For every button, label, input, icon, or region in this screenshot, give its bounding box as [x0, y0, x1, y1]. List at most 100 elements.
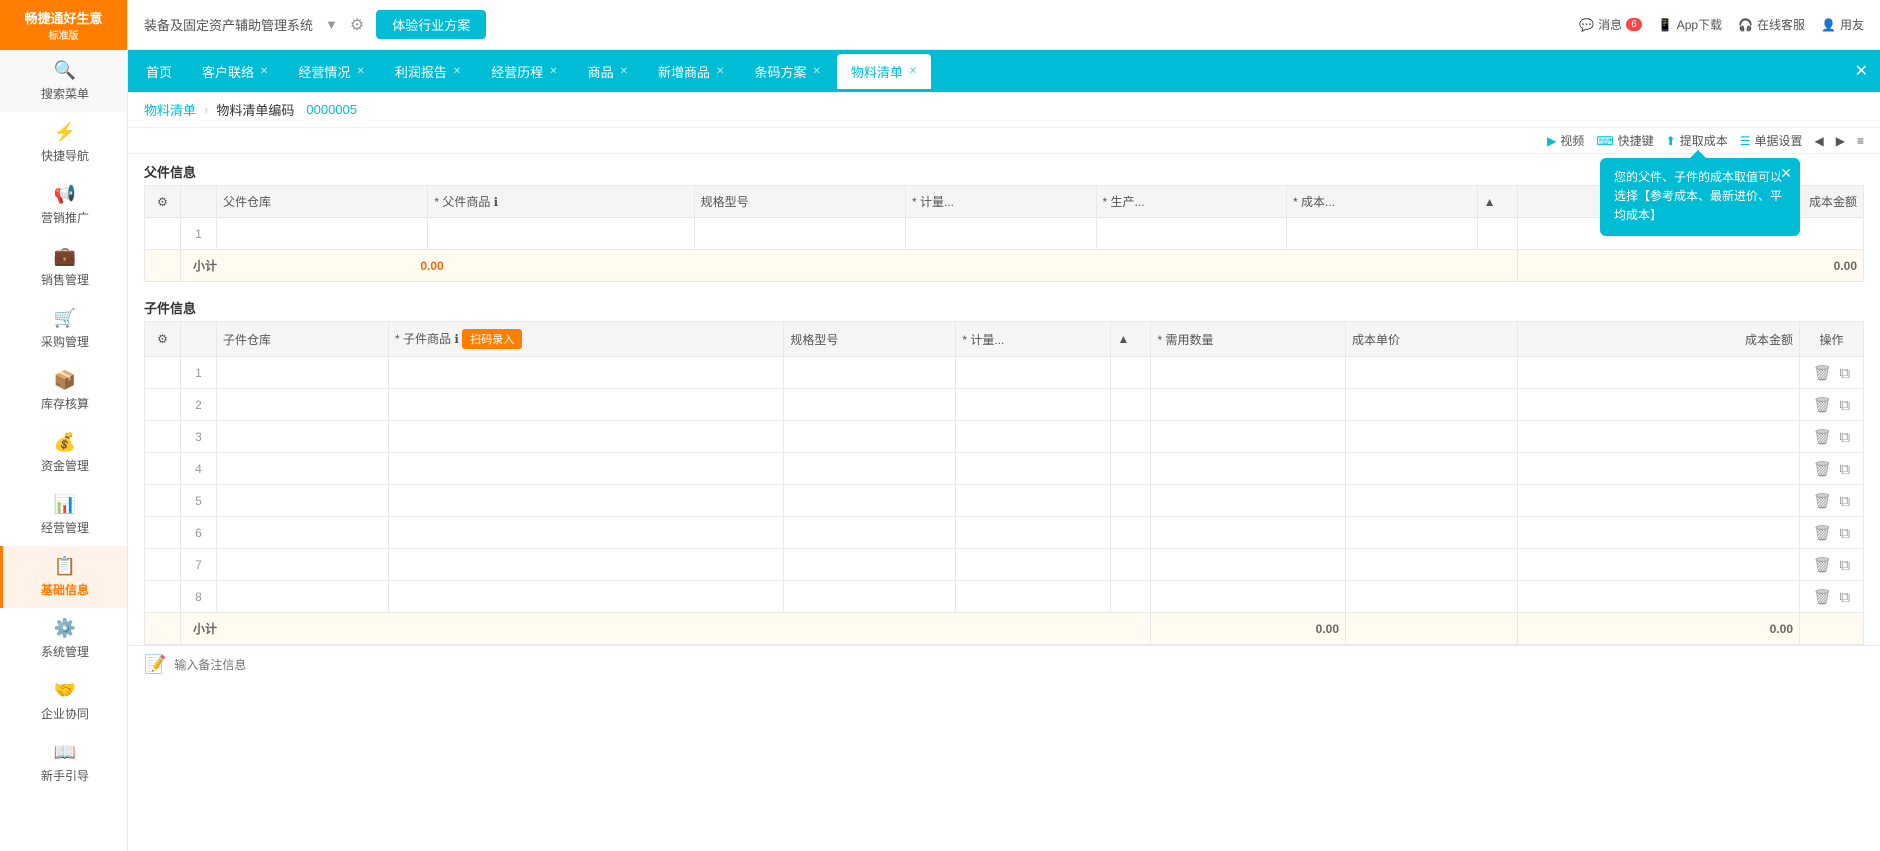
online-service-item[interactable]: 🎧 在线客服 — [1738, 16, 1805, 33]
breadcrumb-list[interactable]: 物料清单 — [144, 100, 196, 119]
child-row-7-warehouse[interactable] — [217, 549, 389, 581]
toolbar-nav-prev[interactable]: ◀ — [1815, 134, 1824, 148]
tab-bom[interactable]: 物料清单 ✕ — [837, 54, 931, 89]
tab-operation-status[interactable]: 经营情况 ✕ — [284, 54, 378, 89]
child-row-3-goods[interactable] — [389, 421, 784, 453]
child-row-2-qty[interactable] — [1151, 389, 1346, 421]
child-row-3-delete-btn[interactable]: 🗑 — [1813, 429, 1832, 446]
tab-biz-history[interactable]: 经营历程 ✕ — [477, 54, 571, 89]
message-item[interactable]: 💬 消息 6 — [1579, 16, 1642, 33]
dropdown-arrow-icon[interactable]: ▼ — [325, 17, 338, 32]
sidebar-item-nav[interactable]: ⚡ 快捷导航 — [0, 112, 127, 174]
child-row-7-spec[interactable] — [784, 549, 956, 581]
sidebar-item-system[interactable]: ⚙️ 系统管理 — [0, 608, 127, 670]
child-row-7-delete-btn[interactable]: 🗑 — [1813, 557, 1832, 574]
child-row-4-unit-cost[interactable] — [1346, 453, 1518, 485]
child-row-8-unit[interactable] — [956, 581, 1111, 613]
trial-btn[interactable]: 体验行业方案 — [376, 10, 486, 39]
child-row-7-unit[interactable] — [956, 549, 1111, 581]
child-row-2-copy-btn[interactable]: ⧉ — [1839, 397, 1850, 414]
toolbar-nav-next[interactable]: ▶ — [1836, 134, 1845, 148]
child-row-2-unit[interactable] — [956, 389, 1111, 421]
child-row-1-unit[interactable] — [956, 357, 1111, 389]
child-row-3-unit-cost[interactable] — [1346, 421, 1518, 453]
toolbar-shortcut[interactable]: ⌨ 快捷键 — [1596, 132, 1653, 149]
app-download-item[interactable]: 📱 App下载 — [1658, 16, 1722, 33]
child-row-2-unit-cost[interactable] — [1346, 389, 1518, 421]
child-row-1-spec[interactable] — [784, 357, 956, 389]
child-row-8-spec[interactable] — [784, 581, 956, 613]
child-row-6-qty[interactable] — [1151, 517, 1346, 549]
tab-customer[interactable]: 客户联络 ✕ — [188, 54, 282, 89]
tab-operation-status-close[interactable]: ✕ — [356, 66, 364, 77]
tab-customer-close[interactable]: ✕ — [260, 66, 268, 77]
sidebar-item-search[interactable]: 🔍 搜索菜单 — [0, 50, 127, 112]
toolbar-extract-cost[interactable]: ⬆ 提取成本 — [1666, 132, 1728, 149]
parent-row-1-cost[interactable] — [1287, 218, 1478, 250]
child-row-5-goods[interactable] — [389, 485, 784, 517]
child-row-1-warehouse[interactable] — [217, 357, 389, 389]
child-row-7-unit-cost[interactable] — [1346, 549, 1518, 581]
parent-row-1-spec[interactable] — [694, 218, 905, 250]
child-row-8-copy-btn[interactable]: ⧉ — [1839, 589, 1850, 606]
toolbar-menu[interactable]: ≡ — [1857, 134, 1864, 148]
child-row-8-qty[interactable] — [1151, 581, 1346, 613]
child-row-4-copy-btn[interactable]: ⧉ — [1839, 461, 1850, 478]
parent-row-1-warehouse[interactable] — [217, 218, 428, 250]
child-row-8-warehouse[interactable] — [217, 581, 389, 613]
sidebar-item-marketing[interactable]: 📢 营销推广 — [0, 174, 127, 236]
tooltip-close-btn[interactable]: ✕ — [1780, 162, 1792, 184]
tab-add-goods[interactable]: 新增商品 ✕ — [644, 54, 738, 89]
child-row-7-goods[interactable] — [389, 549, 784, 581]
child-row-6-unit-cost[interactable] — [1346, 517, 1518, 549]
child-row-3-unit[interactable] — [956, 421, 1111, 453]
tab-barcode-close[interactable]: ✕ — [812, 66, 820, 77]
parent-row-1-unit[interactable] — [905, 218, 1096, 250]
child-row-4-unit[interactable] — [956, 453, 1111, 485]
child-row-8-unit-cost[interactable] — [1346, 581, 1518, 613]
child-row-4-delete-btn[interactable]: 🗑 — [1813, 461, 1832, 478]
child-row-1-unit-cost[interactable] — [1346, 357, 1518, 389]
child-row-1-goods[interactable] — [389, 357, 784, 389]
scan-btn[interactable]: 扫码录入 — [462, 329, 522, 349]
child-row-1-delete-btn[interactable]: 🗑 — [1813, 365, 1832, 382]
child-row-8-goods[interactable] — [389, 581, 784, 613]
child-row-4-warehouse[interactable] — [217, 453, 389, 485]
child-row-2-warehouse[interactable] — [217, 389, 389, 421]
sidebar-item-collab[interactable]: 🤝 企业协同 — [0, 670, 127, 732]
child-row-3-qty[interactable] — [1151, 421, 1346, 453]
tab-goods[interactable]: 商品 ✕ — [574, 54, 642, 89]
child-row-2-delete-btn[interactable]: 🗑 — [1813, 397, 1832, 414]
child-row-5-qty[interactable] — [1151, 485, 1346, 517]
sidebar-item-sales[interactable]: 💼 销售管理 — [0, 236, 127, 298]
child-row-3-warehouse[interactable] — [217, 421, 389, 453]
tab-goods-close[interactable]: ✕ — [620, 66, 628, 77]
tab-home[interactable]: 首页 — [132, 54, 186, 89]
child-row-3-spec[interactable] — [784, 421, 956, 453]
child-row-5-spec[interactable] — [784, 485, 956, 517]
sidebar-item-inventory[interactable]: 📦 库存核算 — [0, 360, 127, 422]
tab-profit-close[interactable]: ✕ — [453, 66, 461, 77]
tab-bom-close[interactable]: ✕ — [909, 66, 917, 77]
sidebar-item-finance[interactable]: 💰 资金管理 — [0, 422, 127, 484]
child-row-6-spec[interactable] — [784, 517, 956, 549]
gear-icon[interactable]: ⚙ — [350, 15, 364, 35]
tab-profit[interactable]: 利润报告 ✕ — [381, 54, 475, 89]
child-row-6-goods[interactable] — [389, 517, 784, 549]
child-row-8-delete-btn[interactable]: 🗑 — [1813, 589, 1832, 606]
sidebar-item-purchase[interactable]: 🛒 采购管理 — [0, 298, 127, 360]
sidebar-item-guide[interactable]: 📖 新手引导 — [0, 732, 127, 794]
toolbar-single-setting[interactable]: ☰ 单据设置 — [1740, 132, 1803, 149]
child-row-7-qty[interactable] — [1151, 549, 1346, 581]
child-row-1-qty[interactable] — [1151, 357, 1346, 389]
child-row-6-warehouse[interactable] — [217, 517, 389, 549]
child-row-5-unit[interactable] — [956, 485, 1111, 517]
child-row-2-goods[interactable] — [389, 389, 784, 421]
toolbar-video[interactable]: ▶ 视频 — [1547, 132, 1584, 149]
user-item[interactable]: 👤 用友 — [1821, 16, 1864, 33]
child-row-5-unit-cost[interactable] — [1346, 485, 1518, 517]
child-row-4-goods[interactable] — [389, 453, 784, 485]
parent-row-1-goods[interactable] — [428, 218, 694, 250]
nav-close-all-btn[interactable]: ✕ — [1847, 57, 1876, 85]
child-row-5-warehouse[interactable] — [217, 485, 389, 517]
